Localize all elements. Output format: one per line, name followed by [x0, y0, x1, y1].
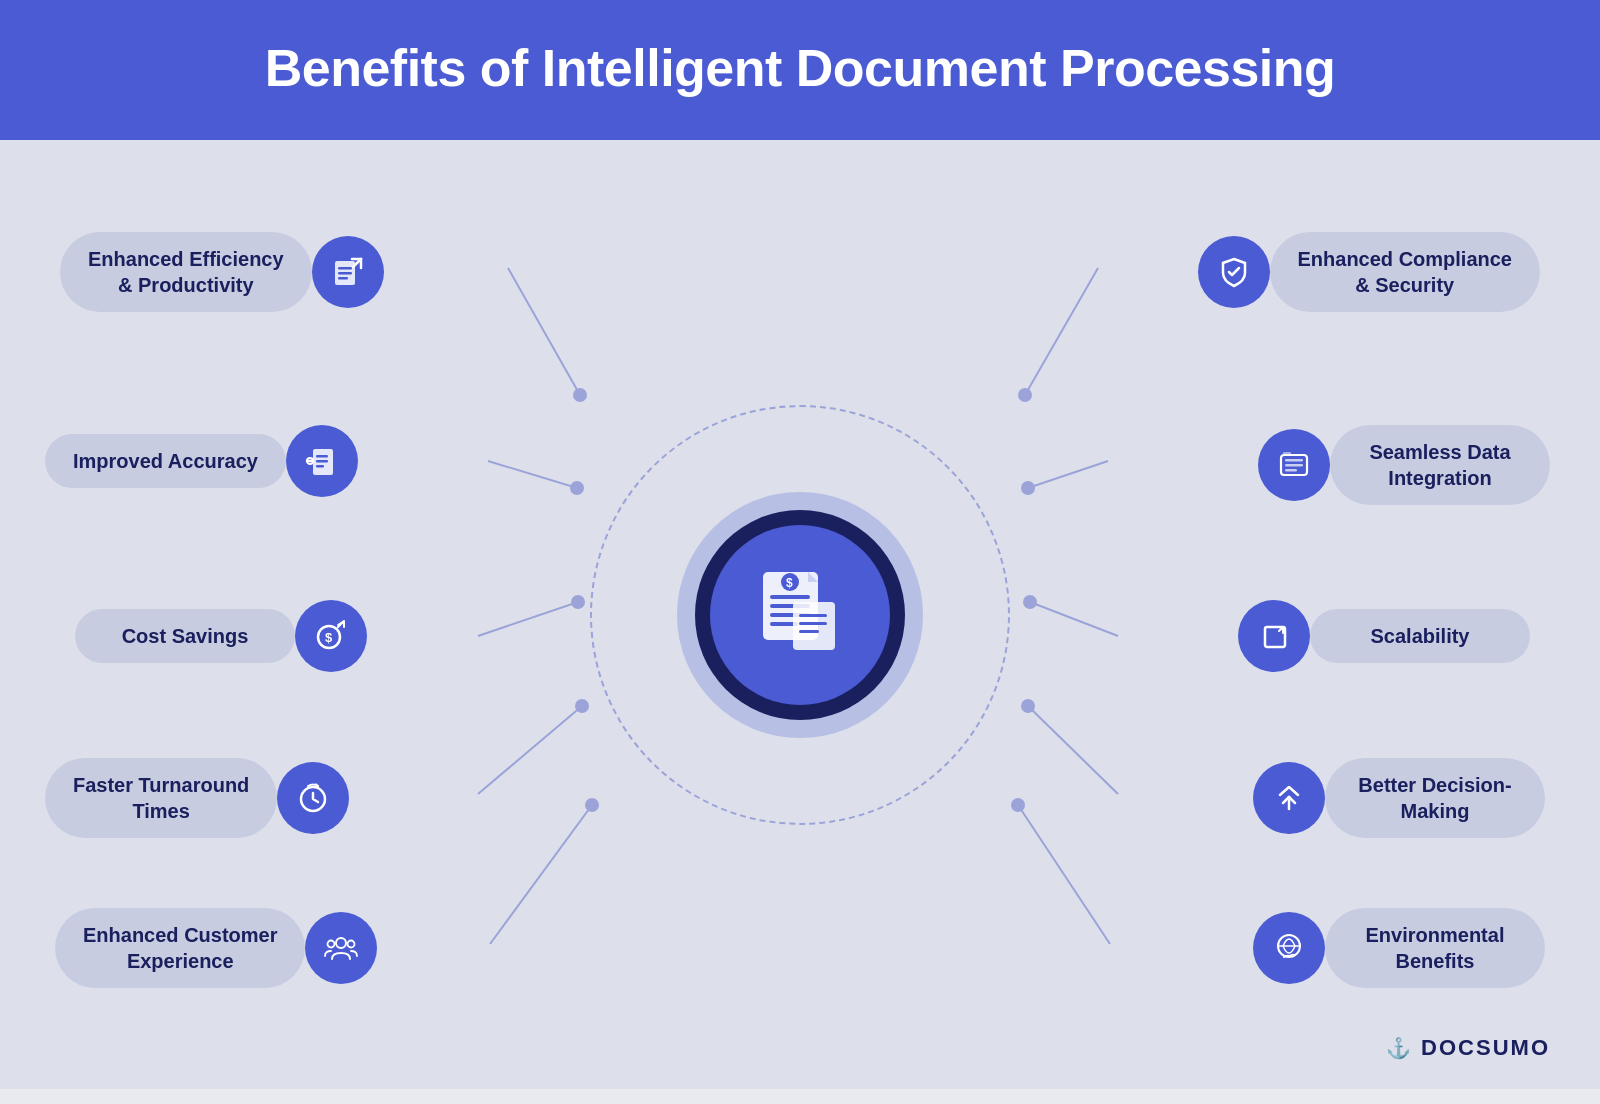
compliance-label: Enhanced Compliance& Security	[1270, 232, 1541, 312]
svg-rect-29	[799, 622, 827, 625]
svg-rect-48	[1285, 464, 1303, 467]
svg-line-9	[1018, 805, 1110, 944]
svg-point-17	[1023, 595, 1037, 609]
svg-point-14	[585, 798, 599, 812]
svg-rect-50	[1283, 452, 1291, 456]
svg-line-6	[1028, 461, 1108, 488]
svg-rect-34	[338, 277, 348, 280]
svg-point-11	[570, 481, 584, 495]
benefit-compliance: Enhanced Compliance& Security	[1198, 232, 1541, 312]
svg-rect-47	[1285, 459, 1303, 462]
efficiency-label: Enhanced Efficiency& Productivity	[60, 232, 312, 312]
svg-line-8	[1028, 706, 1118, 794]
content-area: $ E	[0, 140, 1600, 1089]
svg-point-44	[328, 941, 335, 948]
svg-point-10	[573, 388, 587, 402]
svg-point-18	[1021, 699, 1035, 713]
benefit-scalability: Scalability	[1238, 600, 1530, 672]
customer-icon	[305, 912, 377, 984]
page-wrapper: Benefits of Intelligent Document Process…	[0, 0, 1600, 1089]
scalability-label: Scalability	[1310, 609, 1530, 663]
svg-line-2	[478, 602, 578, 636]
svg-point-15	[1018, 388, 1032, 402]
seamless-label: Seamless DataIntegration	[1330, 425, 1550, 505]
svg-line-3	[478, 706, 582, 794]
svg-line-1	[488, 461, 577, 488]
benefit-seamless: Seamless DataIntegration	[1258, 425, 1550, 505]
logo-area: ⚓ DOCSUMO	[1386, 1035, 1550, 1061]
accuracy-label: Improved Accuracy	[45, 434, 286, 488]
header: Benefits of Intelligent Document Process…	[0, 0, 1600, 140]
svg-rect-30	[799, 630, 819, 633]
svg-line-0	[508, 268, 580, 395]
svg-point-12	[571, 595, 585, 609]
svg-rect-27	[793, 602, 835, 650]
benefit-efficiency: Enhanced Efficiency& Productivity	[60, 232, 384, 312]
svg-point-45	[348, 941, 355, 948]
center-circle: $	[695, 510, 905, 720]
environmental-label: EnvironmentalBenefits	[1325, 908, 1545, 988]
customer-label: Enhanced CustomerExperience	[55, 908, 305, 988]
svg-point-19	[1011, 798, 1025, 812]
logo-icon: ⚓	[1386, 1036, 1411, 1060]
benefit-accuracy: Improved Accuracy	[45, 425, 358, 497]
cost-label: Cost Savings	[75, 609, 295, 663]
svg-rect-49	[1285, 469, 1297, 472]
svg-rect-37	[316, 460, 328, 463]
svg-rect-36	[316, 455, 328, 458]
svg-rect-28	[799, 614, 827, 617]
benefit-faster: Faster TurnaroundTimes	[45, 758, 349, 838]
faster-label: Faster TurnaroundTimes	[45, 758, 277, 838]
seamless-icon	[1258, 429, 1330, 501]
environmental-icon	[1253, 912, 1325, 984]
benefit-cost: $ Cost Savings	[75, 600, 367, 672]
decision-icon	[1253, 762, 1325, 834]
svg-rect-32	[338, 267, 352, 270]
cost-icon: $	[295, 600, 367, 672]
benefit-environmental: EnvironmentalBenefits	[1253, 908, 1545, 988]
svg-line-4	[490, 805, 592, 944]
scalability-icon	[1238, 600, 1310, 672]
accuracy-icon	[286, 425, 358, 497]
svg-point-43	[336, 938, 346, 948]
svg-point-16	[1021, 481, 1035, 495]
faster-icon	[277, 762, 349, 834]
svg-rect-33	[338, 272, 352, 275]
logo-text: DOCSUMO	[1421, 1035, 1550, 1061]
page-title: Benefits of Intelligent Document Process…	[0, 38, 1600, 98]
svg-text:$: $	[325, 630, 333, 645]
svg-rect-21	[770, 595, 810, 599]
svg-line-5	[1025, 268, 1098, 395]
benefit-customer: Enhanced CustomerExperience	[55, 908, 377, 988]
compliance-icon	[1198, 236, 1270, 308]
svg-rect-38	[316, 465, 324, 468]
decision-label: Better Decision-Making	[1325, 758, 1545, 838]
efficiency-icon	[312, 236, 384, 308]
center-icon: $	[710, 525, 890, 705]
svg-line-7	[1030, 602, 1118, 636]
svg-point-13	[575, 699, 589, 713]
benefit-decision: Better Decision-Making	[1253, 758, 1545, 838]
svg-text:$: $	[786, 576, 793, 590]
